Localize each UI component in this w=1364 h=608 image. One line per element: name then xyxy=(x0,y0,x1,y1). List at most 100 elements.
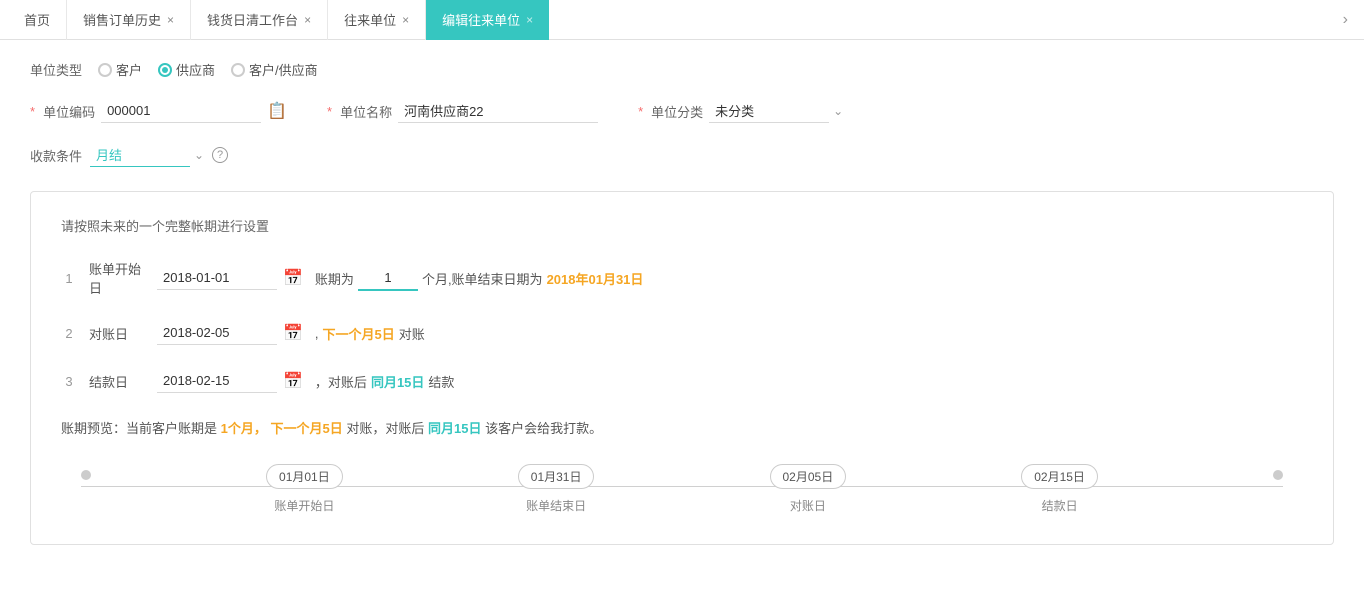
suffix-after-1: 个月,账单结束日期为 xyxy=(422,269,543,288)
tab-label: 销售订单历史 xyxy=(83,10,161,29)
timeline-pill-feb15: 02月15日 xyxy=(1021,464,1098,489)
calendar-icon-3[interactable]: 📅 xyxy=(283,371,303,391)
tab-sales-order-history[interactable]: 销售订单历史 × xyxy=(67,0,191,40)
unit-type-radio-group: 客户 供应商 客户/供应商 xyxy=(98,60,318,79)
unit-classify-dropdown: ⌄ xyxy=(709,99,843,123)
unit-code-field: * 单位编码 📋 xyxy=(30,99,287,123)
radio-supplier-label: 供应商 xyxy=(176,60,215,79)
tab-contacts[interactable]: 往来单位 × xyxy=(328,0,426,40)
tab-label: 往来单位 xyxy=(344,10,396,29)
row-suffix-2: , 下一个月5日 对账 xyxy=(315,324,425,343)
month-input[interactable] xyxy=(358,266,418,291)
row-num-2: 2 xyxy=(61,326,77,341)
tab-home-label: 首页 xyxy=(24,10,50,29)
timeline-node-feb05: 02月05日 对账日 xyxy=(770,464,847,514)
timeline-node-jan31: 01月31日 账单结束日 xyxy=(518,464,595,514)
timeline-pill-feb05: 02月05日 xyxy=(770,464,847,489)
unit-type-row: 单位类型 客户 供应商 客户/供应商 xyxy=(30,60,1334,79)
row-num-1: 1 xyxy=(61,271,77,286)
preview-mid: 对账，对账后 xyxy=(346,421,424,436)
tab-cash-work[interactable]: 钱货日清工作台 × xyxy=(191,0,328,40)
copy-icon[interactable]: 📋 xyxy=(267,101,287,121)
radio-customer-circle xyxy=(98,63,112,77)
radio-supplier[interactable]: 供应商 xyxy=(158,60,215,79)
timeline-line xyxy=(81,486,1283,487)
required-star: * xyxy=(638,104,643,119)
tab-close-icon[interactable]: × xyxy=(526,13,533,27)
timeline-pill-jan01: 01月01日 xyxy=(266,464,343,489)
payment-condition-dropdown: ⌄ xyxy=(90,143,204,167)
payment-condition-input[interactable] xyxy=(90,143,190,167)
row-suffix-1: 账期为 个月,账单结束日期为 2018年01月31日 xyxy=(315,266,643,291)
radio-both[interactable]: 客户/供应商 xyxy=(231,60,318,79)
required-star: * xyxy=(30,104,35,119)
highlight-same-month: 同月15日 xyxy=(371,372,424,391)
timeline-label-feb05: 对账日 xyxy=(790,497,826,514)
unit-code-label: 单位编码 xyxy=(43,102,95,121)
tab-edit-contacts[interactable]: 编辑往来单位 × xyxy=(426,0,549,40)
timeline-label-jan31: 账单结束日 xyxy=(526,497,586,514)
calendar-icon-2[interactable]: 📅 xyxy=(283,323,303,343)
tab-close-icon[interactable]: × xyxy=(167,13,174,27)
unit-code-input[interactable] xyxy=(101,99,261,123)
period-row-1: 1 账单开始日 📅 账期为 个月,账单结束日期为 2018年01月31日 xyxy=(61,259,1303,297)
field-label-1: 账单开始日 xyxy=(89,259,145,297)
calendar-icon-1[interactable]: 📅 xyxy=(283,268,303,288)
field-label-3: 结款日 xyxy=(89,372,145,391)
unit-name-field: * 单位名称 xyxy=(327,99,598,123)
chevron-down-icon[interactable]: ⌄ xyxy=(194,148,204,162)
tab-label: 编辑往来单位 xyxy=(442,10,520,29)
section-instruction: 请按照未来的一个完整帐期进行设置 xyxy=(61,216,1303,235)
timeline-nodes: 01月01日 账单开始日 01月31日 账单结束日 02月05日 对账 xyxy=(81,464,1283,514)
timeline-node-jan01: 01月01日 账单开始日 xyxy=(266,464,343,514)
tab-label: 钱货日清工作台 xyxy=(207,10,298,29)
preview-part2: 下一个月5日 xyxy=(271,421,343,436)
chevron-down-icon[interactable]: ⌄ xyxy=(833,104,843,118)
unit-code-wrapper: 📋 xyxy=(101,99,287,123)
highlight-next-month: 下一个月5日 xyxy=(323,324,395,343)
unit-classify-input[interactable] xyxy=(709,99,829,123)
period-row-3: 3 结款日 📅 ，对账后 同月15日 结款 xyxy=(61,369,1303,393)
period-settings-section: 请按照未来的一个完整帐期进行设置 1 账单开始日 📅 账期为 个月,账单结束日期… xyxy=(30,191,1334,545)
comma-1: , xyxy=(315,326,319,341)
preview-part1: 1个月， xyxy=(221,421,267,436)
tab-home[interactable]: 首页 xyxy=(8,0,67,40)
timeline-pill-jan31: 01月31日 xyxy=(518,464,595,489)
tab-bar: 首页 销售订单历史 × 钱货日清工作台 × 往来单位 × 编辑往来单位 × › xyxy=(0,0,1364,40)
preview-text: 账期预览：当前客户账期是 1个月， 下一个月5日 对账，对账后 同月15日 该客… xyxy=(61,417,1303,440)
radio-both-circle xyxy=(231,63,245,77)
highlight-end-date: 2018年01月31日 xyxy=(547,269,644,288)
radio-both-label: 客户/供应商 xyxy=(249,60,318,79)
date-input-wrapper-3: 📅 xyxy=(157,369,303,393)
timeline-wrapper: 01月01日 账单开始日 01月31日 账单结束日 02月05日 对账 xyxy=(61,464,1303,514)
tab-more-button[interactable]: › xyxy=(1335,11,1356,29)
radio-supplier-circle xyxy=(158,63,172,77)
radio-customer-label: 客户 xyxy=(116,60,142,79)
date-input-wrapper-1: 📅 xyxy=(157,266,303,290)
suffix-before-1: 账期为 xyxy=(315,269,354,288)
tab-close-icon[interactable]: × xyxy=(402,13,409,27)
date-input-1[interactable] xyxy=(157,266,277,290)
unit-classify-label: 单位分类 xyxy=(651,102,703,121)
unit-classify-field: * 单位分类 ⌄ xyxy=(638,99,843,123)
timeline-label-feb15: 结款日 xyxy=(1042,497,1078,514)
help-icon[interactable]: ? xyxy=(212,147,228,163)
tab-close-icon[interactable]: × xyxy=(304,13,311,27)
radio-customer[interactable]: 客户 xyxy=(98,60,142,79)
main-content: 单位类型 客户 供应商 客户/供应商 * 单位编码 📋 xyxy=(0,40,1364,608)
timeline-node-feb15: 02月15日 结款日 xyxy=(1021,464,1098,514)
required-star: * xyxy=(327,104,332,119)
date-input-3[interactable] xyxy=(157,369,277,393)
timeline-start-dot xyxy=(81,464,91,480)
period-row-2: 2 对账日 📅 , 下一个月5日 对账 xyxy=(61,321,1303,345)
preview-part3: 同月15日 xyxy=(428,421,481,436)
preview-label: 账期预览：当前客户账期是 xyxy=(61,421,217,436)
unit-name-input[interactable] xyxy=(398,99,598,123)
field-label-2: 对账日 xyxy=(89,324,145,343)
row-suffix-3: ，对账后 同月15日 结款 xyxy=(315,372,455,391)
timeline-end-dot xyxy=(1273,464,1283,480)
dot-end xyxy=(1273,470,1283,480)
suffix-3a: ，对账后 xyxy=(315,372,367,391)
timeline-label-jan01: 账单开始日 xyxy=(274,497,334,514)
date-input-2[interactable] xyxy=(157,321,277,345)
